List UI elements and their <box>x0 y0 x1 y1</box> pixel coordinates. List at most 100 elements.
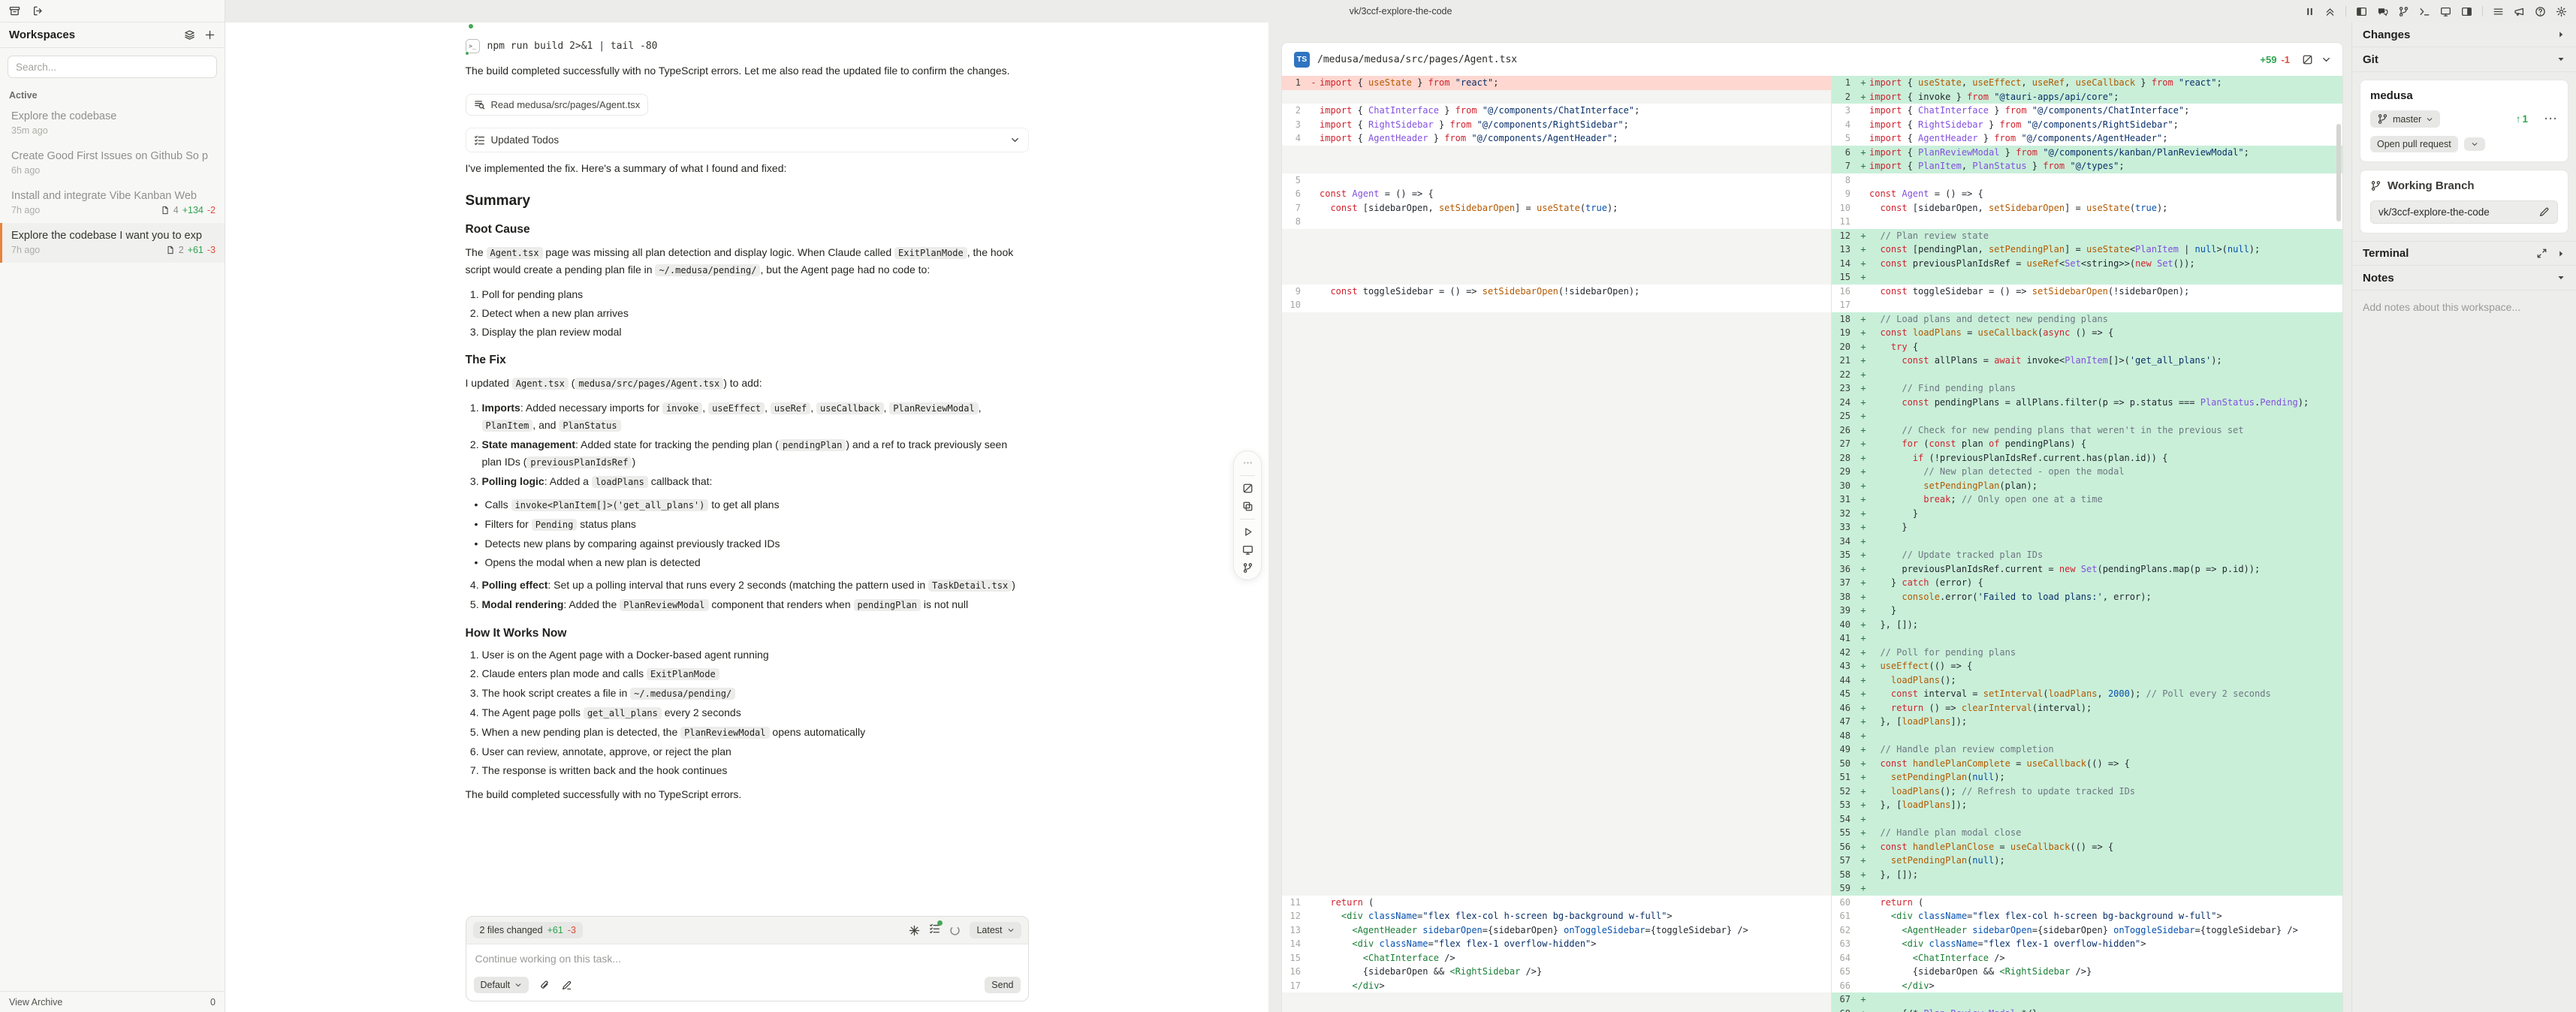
read-file-chip[interactable]: Read medusa/src/pages/Agent.tsx <box>466 94 649 116</box>
workspace-time: 6h ago <box>11 165 216 176</box>
edit-icon[interactable] <box>2538 206 2550 218</box>
chat-icon[interactable] <box>2377 6 2388 17</box>
diff-row: 17 </div>66 </div> <box>1282 979 2342 993</box>
git-section-header[interactable]: Git <box>2352 47 2576 72</box>
play-icon[interactable] <box>1242 526 1253 538</box>
green-status-dot <box>937 920 943 926</box>
diff-row: 3import { RightSidebar } from "@/compone… <box>1282 118 2342 132</box>
send-label: Send <box>991 980 1013 990</box>
ordered-list: Polling effect: Set up a polling interva… <box>466 577 1029 613</box>
branch-dropdown[interactable]: master <box>2370 110 2440 128</box>
settings-icon[interactable] <box>2556 6 2567 17</box>
archive-icon[interactable] <box>9 5 20 17</box>
todos-status-icon[interactable] <box>929 923 940 938</box>
diff-panel: TS /medusa/medusa/src/pages/Agent.tsx +5… <box>1268 23 2351 1012</box>
diff-row: 44+ loadPlans(); <box>1282 673 2342 688</box>
search-input[interactable] <box>8 56 217 78</box>
git-branch-icon[interactable] <box>1242 562 1253 574</box>
workspaces-sidebar: Workspaces Active Explore the codebase 3… <box>0 0 225 1012</box>
pause-icon[interactable] <box>2305 7 2315 17</box>
attach-icon[interactable] <box>539 980 550 991</box>
workspace-title: Explore the codebase <box>11 110 216 122</box>
open-pr-label: Open pull request <box>2377 139 2451 149</box>
inline-code: TaskDetail.tsx <box>928 580 1012 592</box>
diff-row: 2import { ChatInterface } from "@/compon… <box>1282 104 2342 118</box>
diff-row: 14+ const previousPlanIdsRef = useRef<Se… <box>1282 257 2342 271</box>
terminal-section-header[interactable]: Terminal <box>2352 241 2576 266</box>
monitor-icon[interactable] <box>1242 544 1253 556</box>
diff-body[interactable]: 1-import { useState } from "react";1+imp… <box>1282 76 2342 1012</box>
workspace-title: Install and integrate Vibe Kanban Web <box>11 190 216 202</box>
chevron-down-icon[interactable] <box>1009 134 1021 146</box>
list-item: Imports: Added necessary imports for inv… <box>482 399 1029 434</box>
open-pr-button[interactable]: Open pull request <box>2370 136 2458 152</box>
collapse-file-icon[interactable] <box>2321 54 2332 65</box>
diff-row: 49+ // Handle plan review completion <box>1282 742 2342 757</box>
diff-scrollbar[interactable] <box>2336 124 2341 221</box>
assistant-message: The build completed successfully with no… <box>466 62 1029 79</box>
chat-scroll-area[interactable]: >_ npm run build 2>&1 | tail -80 The bui… <box>225 23 1268 911</box>
version-dropdown[interactable]: Latest <box>970 922 1021 938</box>
view-archive-link[interactable]: View Archive <box>9 997 62 1007</box>
active-section-label: Active <box>0 81 225 104</box>
open-pr-dropdown[interactable] <box>2464 137 2485 151</box>
dots-icon[interactable] <box>1242 457 1253 468</box>
diff-row: 52+ loadPlans(); // Refresh to update tr… <box>1282 785 2342 799</box>
git-branch-icon[interactable] <box>2398 6 2409 17</box>
divider <box>1240 475 1255 476</box>
megaphone-icon[interactable] <box>2514 6 2525 17</box>
spinner-icon <box>949 925 961 936</box>
read-file-label: Read medusa/src/pages/Agent.tsx <box>491 99 641 110</box>
monitor-icon[interactable] <box>2440 6 2451 17</box>
sign-out-icon[interactable] <box>32 5 44 17</box>
expand-icon[interactable] <box>2536 248 2547 259</box>
working-branch-field[interactable]: vk/3ccf-explore-the-code <box>2370 200 2558 224</box>
files-changed-chip[interactable]: 2 files changed +61 -3 <box>473 922 583 938</box>
heading: The Fix <box>466 354 1029 367</box>
split-diff-icon[interactable] <box>2302 54 2313 65</box>
notes-section-header[interactable]: Notes <box>2352 266 2576 291</box>
notes-placeholder[interactable]: Add notes about this workspace... <box>2352 291 2576 324</box>
diff-row: 27+ for (const plan of pendingPlans) { <box>1282 437 2342 451</box>
workspace-item[interactable]: Install and integrate Vibe Kanban Web 7h… <box>0 183 225 223</box>
diff-row: 45+ const interval = setInterval(loadPla… <box>1282 687 2342 701</box>
message-input[interactable] <box>475 953 1019 965</box>
inline-code: Agent.tsx <box>487 247 543 259</box>
workspace-item[interactable]: Explore the codebase I want you to exp 7… <box>0 223 225 263</box>
workspace-item[interactable]: Create Good First Issues on Github So p … <box>0 143 225 183</box>
diff-row: 15+ <box>1282 270 2342 285</box>
send-button[interactable]: Send <box>985 977 1020 993</box>
list-item: Polling logic: Added a loadPlans callbac… <box>482 473 1029 490</box>
workspace-item[interactable]: Explore the codebase 35m ago <box>0 104 225 143</box>
diff-icon[interactable] <box>1242 483 1253 494</box>
workspace-stats: 4+134-2 <box>161 205 216 215</box>
help-icon[interactable] <box>2535 6 2546 17</box>
panel-right-icon[interactable] <box>2461 6 2472 17</box>
inline-code: get_all_plans <box>584 707 662 719</box>
diff-row: 47+ }, [loadPlans]); <box>1282 715 2342 729</box>
ordered-list: Imports: Added necessary imports for inv… <box>466 399 1029 490</box>
pen-icon[interactable] <box>561 980 572 991</box>
mode-dropdown[interactable]: Default <box>474 977 529 993</box>
collapse-icon[interactable] <box>2324 6 2336 17</box>
repo-menu-button[interactable]: ··· <box>2544 113 2558 125</box>
list-item: Filters for Pending status plans <box>485 516 1029 533</box>
inline-code: medusa/src/pages/Agent.tsx <box>575 378 723 390</box>
updated-todos-row[interactable]: Updated Todos <box>466 128 1029 152</box>
terminal-command-row[interactable]: >_ npm run build 2>&1 | tail -80 <box>466 39 1029 53</box>
inline-code: Pending <box>532 519 578 531</box>
terminal-icon[interactable] <box>2419 6 2430 17</box>
diff-row: 24+ const pendingPlans = allPlans.filter… <box>1282 396 2342 410</box>
add-workspace-icon[interactable] <box>204 29 216 41</box>
panel-left-icon[interactable] <box>2356 6 2367 17</box>
diff-row: 20+ try { <box>1282 340 2342 354</box>
diff-row: 6const Agent = () => {9const Agent = () … <box>1282 187 2342 201</box>
menu-icon[interactable] <box>2493 6 2504 17</box>
diff-row: 811 <box>1282 215 2342 229</box>
changes-section-header[interactable]: Changes <box>2352 23 2576 47</box>
copy-icon[interactable] <box>1242 501 1253 512</box>
files-changed-label: 2 files changed <box>480 925 543 935</box>
layers-icon[interactable] <box>184 29 195 41</box>
search-box <box>8 56 217 78</box>
spark-icon[interactable] <box>909 925 920 936</box>
